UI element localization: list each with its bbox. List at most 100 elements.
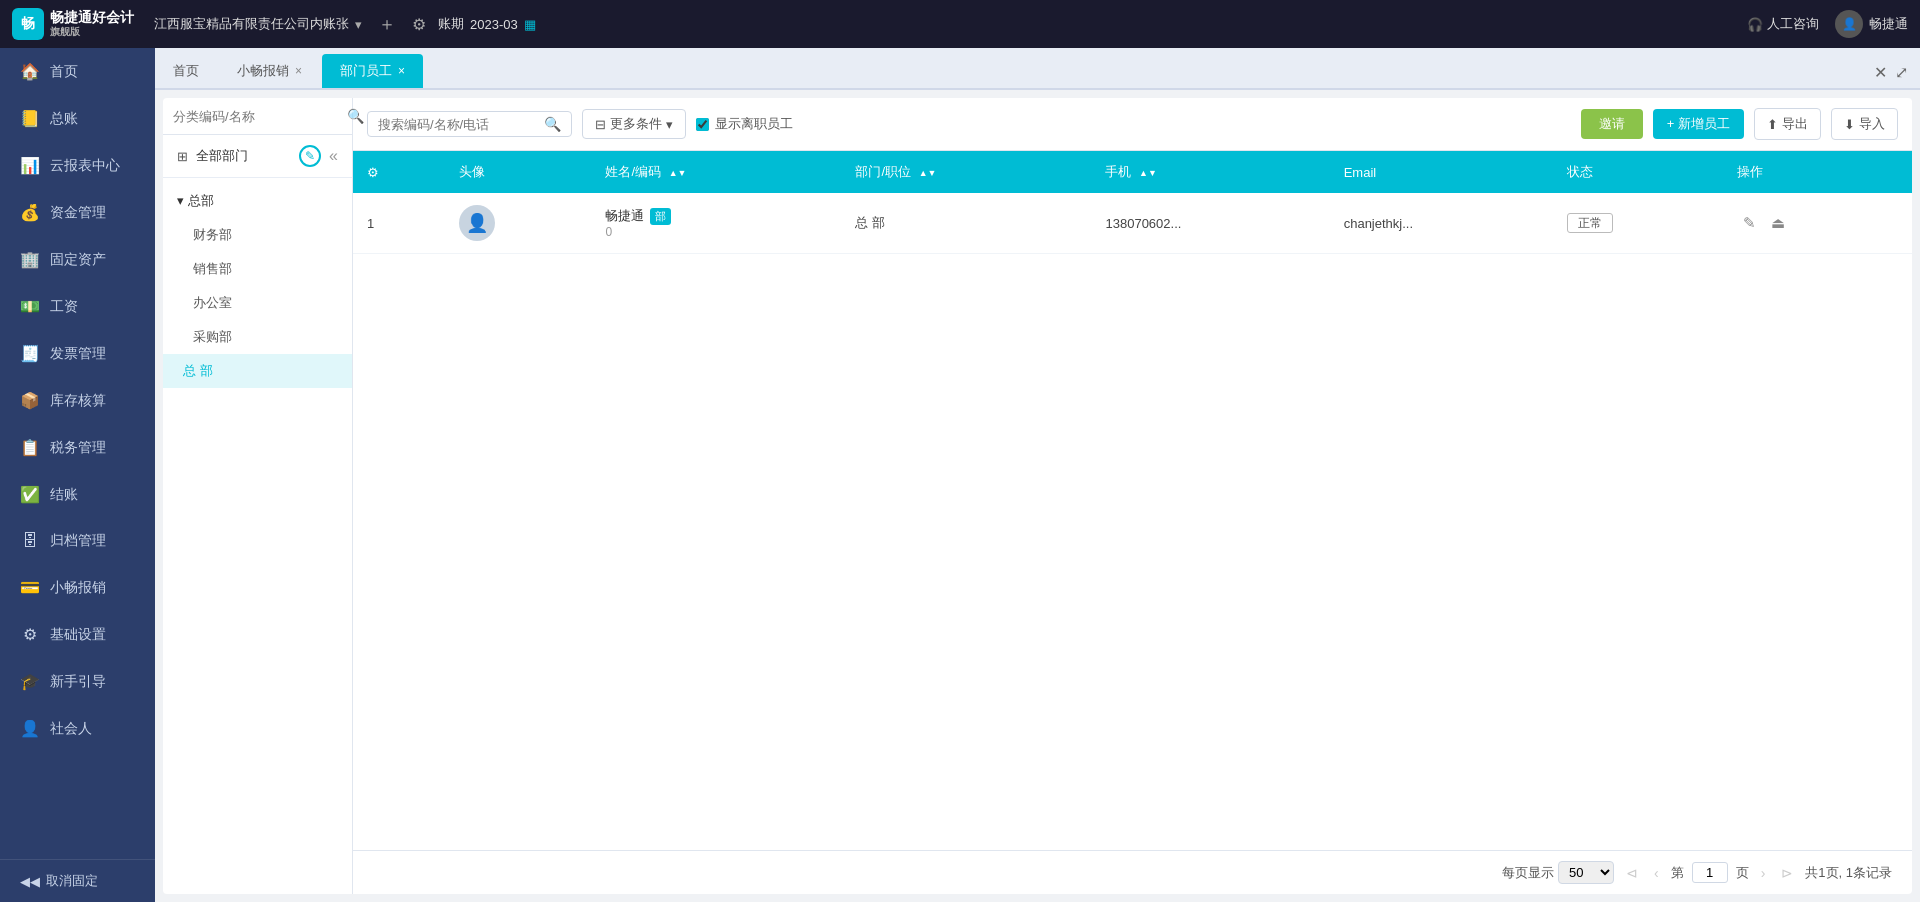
period-display: 账期 2023-03 ▦ (438, 15, 536, 33)
col-actions: 操作 (1723, 151, 1912, 193)
show-resigned-checkbox[interactable] (696, 118, 709, 131)
row-email-cell: chanjethkj... (1330, 193, 1553, 254)
content-area: 首页 小畅报销 × 部门员工 × ✕ ⤢ 🔍 (155, 48, 1920, 902)
col-settings[interactable]: ⚙ (353, 151, 445, 193)
pagination: 每页显示 20 50 100 ⊲ ‹ 第 页 › ⊳ 共1页, 1条记录 (353, 850, 1912, 894)
emp-name-group: 畅捷通 部 (605, 207, 827, 225)
sidebar-item-archive[interactable]: 🗄 归档管理 (0, 518, 155, 564)
tab-xiaochang-close[interactable]: × (295, 64, 302, 78)
sidebar-item-inventory[interactable]: 📦 库存核算 (0, 377, 155, 424)
page-prev-button[interactable]: ‹ (1650, 863, 1663, 883)
sidebar-item-ledger[interactable]: 📒 总账 (0, 95, 155, 142)
row-name-cell: 畅捷通 部 0 (591, 193, 841, 254)
sidebar-item-newbie[interactable]: 🎓 新手引导 (0, 658, 155, 705)
asset-mgmt-icon: 💰 (20, 203, 40, 222)
archive-icon: 🗄 (20, 532, 40, 550)
dept-panel: 🔍 ⊞ 全部部门 ✎ « ▾ 总部 财务部 销售部 办公室 采购部 (163, 98, 353, 894)
tab-home[interactable]: 首页 (155, 54, 217, 88)
emp-search-input[interactable] (378, 117, 538, 132)
dept-edit-button[interactable]: ✎ (299, 145, 321, 167)
add-employee-button[interactable]: + 新增员工 (1653, 109, 1744, 139)
sidebar-item-salary[interactable]: 💵 工资 (0, 283, 155, 330)
page-first-button[interactable]: ⊲ (1622, 863, 1642, 883)
emp-code-text: 0 (605, 225, 827, 239)
export-button[interactable]: ⬆ 导出 (1754, 108, 1821, 140)
sidebar-label-salary: 工资 (50, 298, 78, 316)
dept-node-zongbu[interactable]: ▾ 总部 (163, 184, 352, 218)
cancel-pin-label: 取消固定 (46, 872, 98, 890)
tab-xiaochang[interactable]: 小畅报销 × (219, 54, 320, 88)
col-avatar: 头像 (445, 151, 592, 193)
consult-button[interactable]: 🎧 人工咨询 (1747, 15, 1819, 33)
sidebar-item-xiaochang-exp[interactable]: 💳 小畅报销 (0, 564, 155, 611)
dept-all-row[interactable]: ⊞ 全部部门 ✎ « (163, 135, 352, 178)
page-size-dropdown[interactable]: 20 50 100 (1558, 861, 1614, 884)
col-dept[interactable]: 部门/职位 ▲▼ (841, 151, 1091, 193)
total-label: 共1页, 1条记录 (1805, 864, 1892, 882)
sidebar-item-tax[interactable]: 📋 税务管理 (0, 424, 155, 471)
dept-collapse-icon[interactable]: « (329, 147, 338, 165)
sidebar-item-fixed-asset[interactable]: 🏢 固定资产 (0, 236, 155, 283)
sidebar-item-basic-settings[interactable]: ⚙ 基础设置 (0, 611, 155, 658)
col-phone[interactable]: 手机 ▲▼ (1091, 151, 1329, 193)
page-next-button[interactable]: › (1757, 863, 1770, 883)
cancel-pin-button[interactable]: ◀◀ 取消固定 (0, 859, 155, 902)
fixed-asset-icon: 🏢 (20, 250, 40, 269)
newbie-icon: 🎓 (20, 672, 40, 691)
tab-department[interactable]: 部门员工 × (322, 54, 423, 88)
edit-employee-button[interactable]: ✎ (1737, 214, 1762, 232)
invoice-icon: 🧾 (20, 344, 40, 363)
app-name: 畅捷通好会计 (50, 9, 134, 26)
emp-search-icon[interactable]: 🔍 (544, 116, 561, 132)
emp-toolbar: 🔍 ⊟ 更多条件 ▾ 显示离职员工 邀请 + 新增员工 (353, 98, 1912, 151)
dept-search-input[interactable] (173, 109, 341, 124)
dept-tree: ▾ 总部 财务部 销售部 办公室 采购部 总 部 (163, 178, 352, 894)
user-menu[interactable]: 👤 畅捷通 (1835, 10, 1908, 38)
table-row: 1 👤 畅捷通 部 0 (353, 193, 1912, 254)
calendar-icon[interactable]: ▦ (524, 17, 536, 32)
show-resigned-checkbox-label[interactable]: 显示离职员工 (696, 115, 793, 133)
sidebar-item-home[interactable]: 🏠 首页 (0, 48, 155, 95)
home-icon: 🏠 (20, 62, 40, 81)
emp-table-wrap: ⚙ 头像 姓名/编码 ▲▼ 部门/职位 ▲▼ (353, 151, 1912, 850)
filter-button[interactable]: ⊟ 更多条件 ▾ (582, 109, 686, 139)
row-phone-cell: 138070602... (1091, 193, 1329, 254)
topbar: 畅 畅捷通好会计 旗舰版 江西服宝精品有限责任公司内账张 ▾ ＋ ⚙ 账期 20… (0, 0, 1920, 48)
sidebar-label-home: 首页 (50, 63, 78, 81)
sidebar-item-asset-mgmt[interactable]: 💰 资金管理 (0, 189, 155, 236)
col-name[interactable]: 姓名/编码 ▲▼ (591, 151, 841, 193)
status-badge: 正常 (1567, 213, 1613, 233)
dept-search-bar: 🔍 (163, 98, 352, 135)
export-icon: ⬆ (1767, 117, 1778, 132)
page-prefix: 第 (1671, 864, 1684, 882)
tab-xiaochang-label: 小畅报销 (237, 62, 289, 80)
tab-expand-icon[interactable]: ⤢ (1895, 63, 1908, 82)
company-selector[interactable]: 江西服宝精品有限责任公司内账张 ▾ (154, 15, 362, 33)
add-account-button[interactable]: ＋ (374, 12, 400, 36)
basic-settings-icon: ⚙ (20, 625, 40, 644)
sidebar-label-fixed-asset: 固定资产 (50, 251, 106, 269)
sidebar-item-settle[interactable]: ✅ 结账 (0, 471, 155, 518)
sidebar-item-report[interactable]: 📊 云报表中心 (0, 142, 155, 189)
logout-employee-button[interactable]: ⏏ (1765, 214, 1791, 232)
sidebar-label-settle: 结账 (50, 486, 78, 504)
dept-node-xiaoshou[interactable]: 销售部 (163, 252, 352, 286)
tab-department-close[interactable]: × (398, 64, 405, 78)
settings-icon[interactable]: ⚙ (412, 15, 426, 34)
dept-sort-arrows: ▲▼ (919, 168, 937, 178)
tab-home-label: 首页 (173, 62, 199, 80)
sidebar-item-more[interactable]: 👤 社会人 (0, 705, 155, 752)
tab-close-all-icon[interactable]: ✕ (1874, 63, 1887, 82)
dept-node-bangong[interactable]: 办公室 (163, 286, 352, 320)
sidebar-item-invoice[interactable]: 🧾 发票管理 (0, 330, 155, 377)
dept-node-zongbu2[interactable]: 总 部 (163, 354, 352, 388)
page-last-button[interactable]: ⊳ (1777, 863, 1797, 883)
sidebar-label-basic-settings: 基础设置 (50, 626, 106, 644)
import-button[interactable]: ⬇ 导入 (1831, 108, 1898, 140)
invite-button[interactable]: 邀请 (1581, 109, 1643, 139)
logo-icon: 畅 (12, 8, 44, 40)
dept-node-caigou[interactable]: 采购部 (163, 320, 352, 354)
dept-node-caiwu[interactable]: 财务部 (163, 218, 352, 252)
salary-icon: 💵 (20, 297, 40, 316)
page-number-input[interactable] (1692, 862, 1728, 883)
